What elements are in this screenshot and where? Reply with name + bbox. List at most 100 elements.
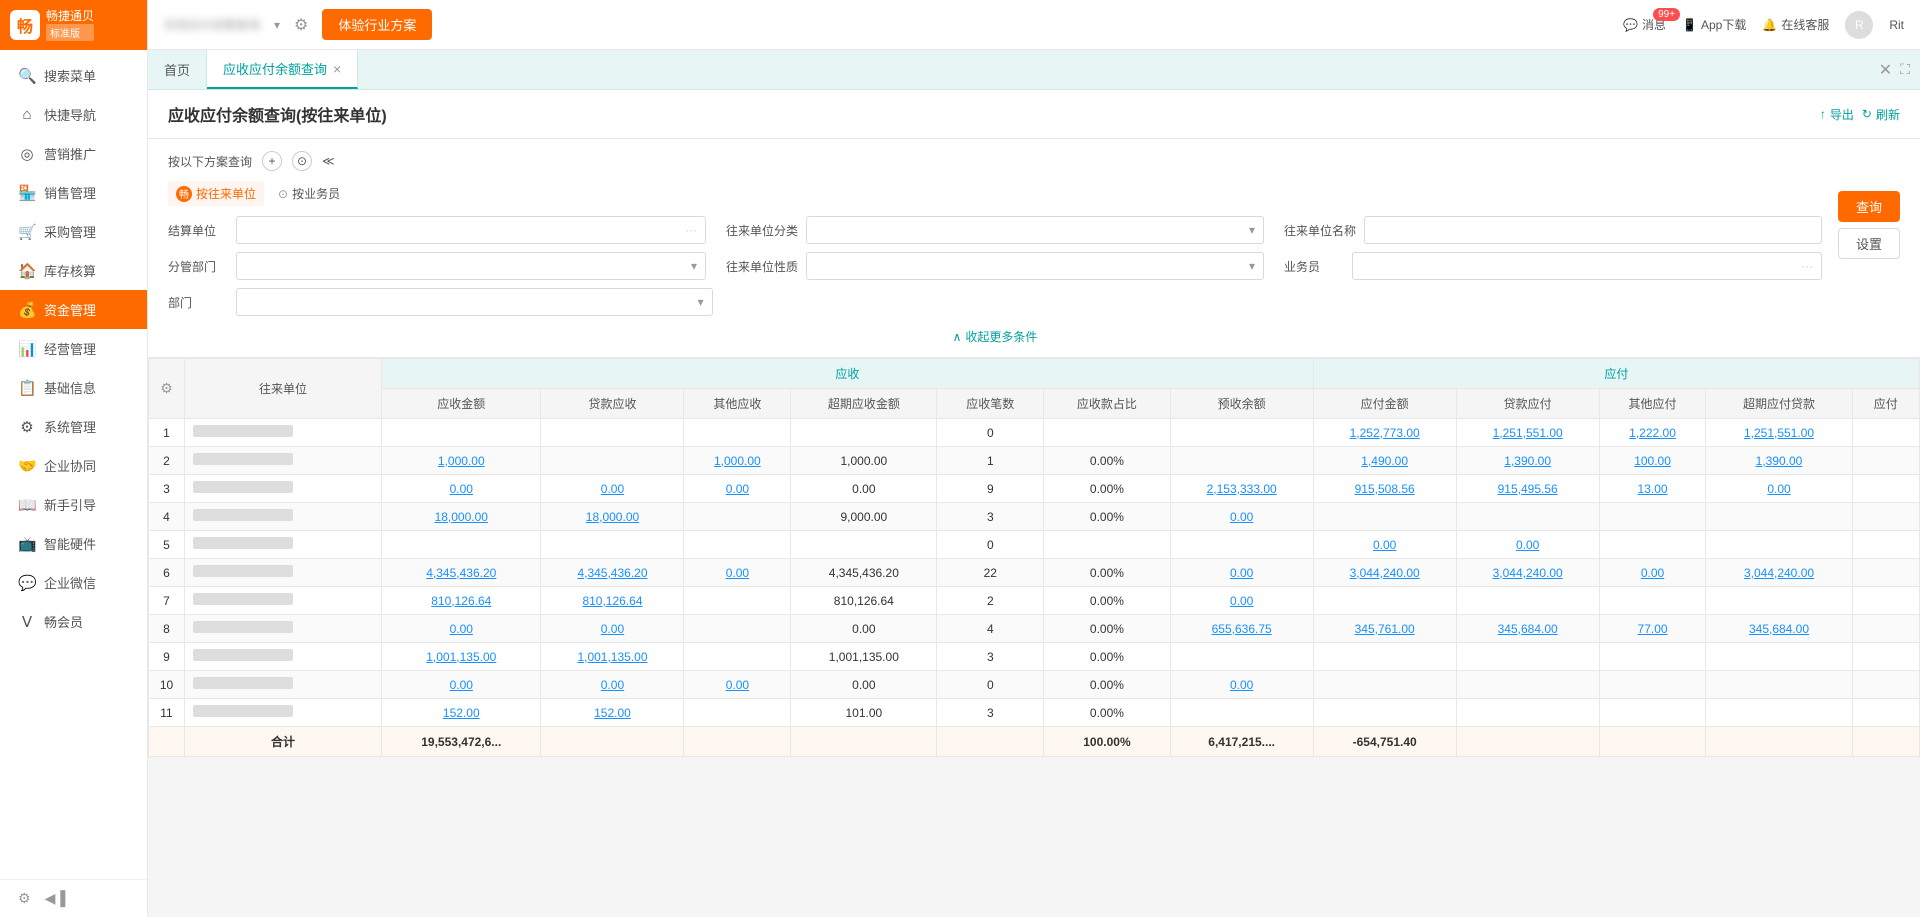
footer-ap-suffix bbox=[1852, 727, 1919, 757]
filter-settings-button[interactable]: ⊙ bbox=[292, 151, 312, 171]
unit-category-input[interactable]: ▾ bbox=[806, 216, 1264, 244]
system-icon: ⚙ bbox=[18, 418, 36, 436]
sidebar-item-inventory[interactable]: 🏠库存核算 bbox=[0, 251, 147, 290]
filter-dept: 部门 ▾ bbox=[168, 288, 713, 316]
sidebar-item-basic[interactable]: 📋基础信息 bbox=[0, 368, 147, 407]
footer-label: 合计 bbox=[185, 727, 382, 757]
tab-bar-expand-icon[interactable]: ⛶ bbox=[1900, 61, 1910, 78]
sidebar-item-purchase[interactable]: 🛒采购管理 bbox=[0, 212, 147, 251]
settlement-input[interactable]: ··· bbox=[236, 216, 706, 244]
sidebar-collapse-icon[interactable]: ◀▐ bbox=[45, 890, 66, 907]
unit-nature-label: 往来单位性质 bbox=[726, 258, 798, 275]
unit-name-input[interactable] bbox=[1364, 216, 1822, 244]
footer-ar-overdue bbox=[791, 727, 937, 757]
dept-manage-input[interactable]: ▾ bbox=[236, 252, 706, 280]
page-title: 应收应付余额查询(按往来单位) bbox=[168, 102, 387, 126]
th-ap-other: 其他应付 bbox=[1599, 389, 1706, 419]
th-ar-prepay: 预收余额 bbox=[1170, 389, 1313, 419]
solution-button[interactable]: 体验行业方案 bbox=[322, 9, 432, 40]
table-row: 418,000.0018,000.009,000.0030.00%0.00 bbox=[149, 503, 1920, 531]
filter-add-button[interactable]: + bbox=[262, 151, 282, 171]
filter-row-1: 结算单位 ··· 往来单位分类 ▾ 往来单位 bbox=[168, 216, 1822, 244]
header-gear-icon[interactable]: ⚙ bbox=[294, 15, 308, 35]
unit-nature-input[interactable]: ▾ bbox=[806, 252, 1264, 280]
hardware-icon: 📺 bbox=[18, 535, 36, 553]
table-row: 7810,126.64810,126.64810,126.6420.00%0.0… bbox=[149, 587, 1920, 615]
filter-unit-name: 往来单位名称 bbox=[1284, 216, 1822, 244]
username-label[interactable]: Rit bbox=[1889, 18, 1904, 32]
schema-staff-option[interactable]: ⊙ 按业务员 bbox=[270, 181, 348, 206]
filter-more-icon: ∧ bbox=[953, 330, 962, 344]
sidebar-item-wechat[interactable]: 💬企业微信 bbox=[0, 563, 147, 602]
export-button[interactable]: ↑ 导出 bbox=[1820, 106, 1854, 123]
table-settings-button[interactable]: 设置 bbox=[1838, 228, 1900, 259]
sidebar-item-search[interactable]: 🔍搜索菜单 bbox=[0, 56, 147, 95]
sidebar-item-marketing[interactable]: ◎营销推广 bbox=[0, 134, 147, 173]
filter-row-2: 分管部门 ▾ 往来单位性质 ▾ 业务员 bbox=[168, 252, 1822, 280]
logo-badge: 标准版 bbox=[46, 24, 94, 41]
filter-collapse-button[interactable]: ≪ bbox=[322, 154, 335, 168]
query-button[interactable]: 查询 bbox=[1838, 191, 1900, 222]
sidebar-item-business[interactable]: 📊经营管理 bbox=[0, 329, 147, 368]
table-row: 101,252,773.001,251,551.001,222.001,251,… bbox=[149, 419, 1920, 447]
footer-ar-other bbox=[684, 727, 791, 757]
table-row: 11152.00152.00101.0030.00% bbox=[149, 699, 1920, 727]
app-download-button[interactable]: 📱 App下载 bbox=[1682, 16, 1746, 33]
sidebar-label: 智能硬件 bbox=[44, 534, 96, 553]
sidebar-item-guide[interactable]: 📖新手引导 bbox=[0, 485, 147, 524]
unit-category-label: 往来单位分类 bbox=[726, 222, 798, 239]
filter-unit-category: 往来单位分类 ▾ bbox=[726, 216, 1264, 244]
filter-area: 按以下方案查询 + ⊙ ≪ 畅 按往来单位 ⊙ 按业务员 bbox=[148, 139, 1920, 358]
sidebar-item-quick[interactable]: ⌂快捷导航 bbox=[0, 95, 147, 134]
schema-unit-option[interactable]: 畅 按往来单位 bbox=[168, 181, 264, 206]
top-header: 应收应付余额查询 ▾ ⚙ 体验行业方案 💬 消息 99+ 📱 App下载 🔔 在… bbox=[148, 0, 1920, 50]
filter-unit-nature: 往来单位性质 ▾ bbox=[726, 252, 1264, 280]
salesman-input[interactable]: ··· bbox=[1352, 252, 1822, 280]
dept-input[interactable]: ▾ bbox=[236, 288, 713, 316]
table-footer-row: 合计 19,553,472,6... 100.00% 6,417,215....… bbox=[149, 727, 1920, 757]
filter-row-3: 部门 ▾ bbox=[168, 288, 1822, 316]
sidebar-label: 采购管理 bbox=[44, 222, 96, 241]
dept-arrow-icon: ▾ bbox=[698, 295, 704, 309]
filter-schema: 畅 按往来单位 ⊙ 按业务员 bbox=[168, 181, 1822, 206]
filter-top: 按以下方案查询 + ⊙ ≪ bbox=[168, 151, 1822, 171]
sidebar-label: 企业协同 bbox=[44, 456, 96, 475]
sidebar-settings-icon[interactable]: ⚙ bbox=[18, 890, 31, 907]
export-icon: ↑ bbox=[1820, 107, 1826, 121]
sidebar-label: 新手引导 bbox=[44, 495, 96, 514]
tab-bar-close-icon[interactable]: ✕ bbox=[1879, 60, 1892, 80]
sidebar-item-sales[interactable]: 🏪销售管理 bbox=[0, 173, 147, 212]
sidebar-item-system[interactable]: ⚙系统管理 bbox=[0, 407, 147, 446]
service-button[interactable]: 🔔 在线客服 bbox=[1762, 16, 1829, 33]
sidebar-label: 销售管理 bbox=[44, 183, 96, 202]
sidebar-item-collab[interactable]: 🤝企业协同 bbox=[0, 446, 147, 485]
message-badge: 99+ bbox=[1653, 8, 1680, 21]
sidebar-label: 企业微信 bbox=[44, 573, 96, 592]
table-row: 64,345,436.204,345,436.200.004,345,436.2… bbox=[149, 559, 1920, 587]
finance-icon: 💰 bbox=[18, 301, 36, 319]
business-icon: 📊 bbox=[18, 340, 36, 358]
tab-close-icon[interactable]: × bbox=[333, 61, 341, 77]
tab-arbalance[interactable]: 应收应付余额查询 × bbox=[207, 50, 358, 89]
table-settings-icon[interactable]: ⚙ bbox=[160, 380, 173, 396]
app-icon: 📱 bbox=[1682, 18, 1697, 32]
user-avatar[interactable]: R bbox=[1845, 11, 1873, 39]
salesman-label: 业务员 bbox=[1284, 258, 1344, 275]
page-actions: ↑ 导出 ↻ 刷新 bbox=[1820, 106, 1900, 123]
footer-ar-count bbox=[937, 727, 1044, 757]
sidebar-item-finance[interactable]: 💰资金管理 bbox=[0, 290, 147, 329]
th-settings[interactable]: ⚙ bbox=[149, 359, 185, 419]
table-area[interactable]: ⚙ 往来单位 应收 应付 应收金额 贷款应收 其他应收 超期应收金额 应收笔数 … bbox=[148, 358, 1920, 917]
sidebar-item-hardware[interactable]: 📺 智能硬件 bbox=[0, 524, 147, 563]
sidebar-label: 搜索菜单 bbox=[44, 66, 96, 85]
th-ap-amount: 应付金额 bbox=[1313, 389, 1456, 419]
filter-salesman: 业务员 ··· bbox=[1284, 252, 1822, 280]
footer-ar-ratio: 100.00% bbox=[1044, 727, 1170, 757]
member-icon: Ⅴ bbox=[18, 613, 36, 631]
refresh-button[interactable]: ↻ 刷新 bbox=[1862, 106, 1900, 123]
message-button[interactable]: 💬 消息 99+ bbox=[1623, 16, 1666, 33]
dept-label: 部门 bbox=[168, 294, 228, 311]
tab-home[interactable]: 首页 bbox=[148, 50, 207, 89]
sidebar-item-member[interactable]: Ⅴ畅会员 bbox=[0, 602, 147, 641]
filter-more-button[interactable]: ∧ 收起更多条件 bbox=[168, 324, 1822, 349]
